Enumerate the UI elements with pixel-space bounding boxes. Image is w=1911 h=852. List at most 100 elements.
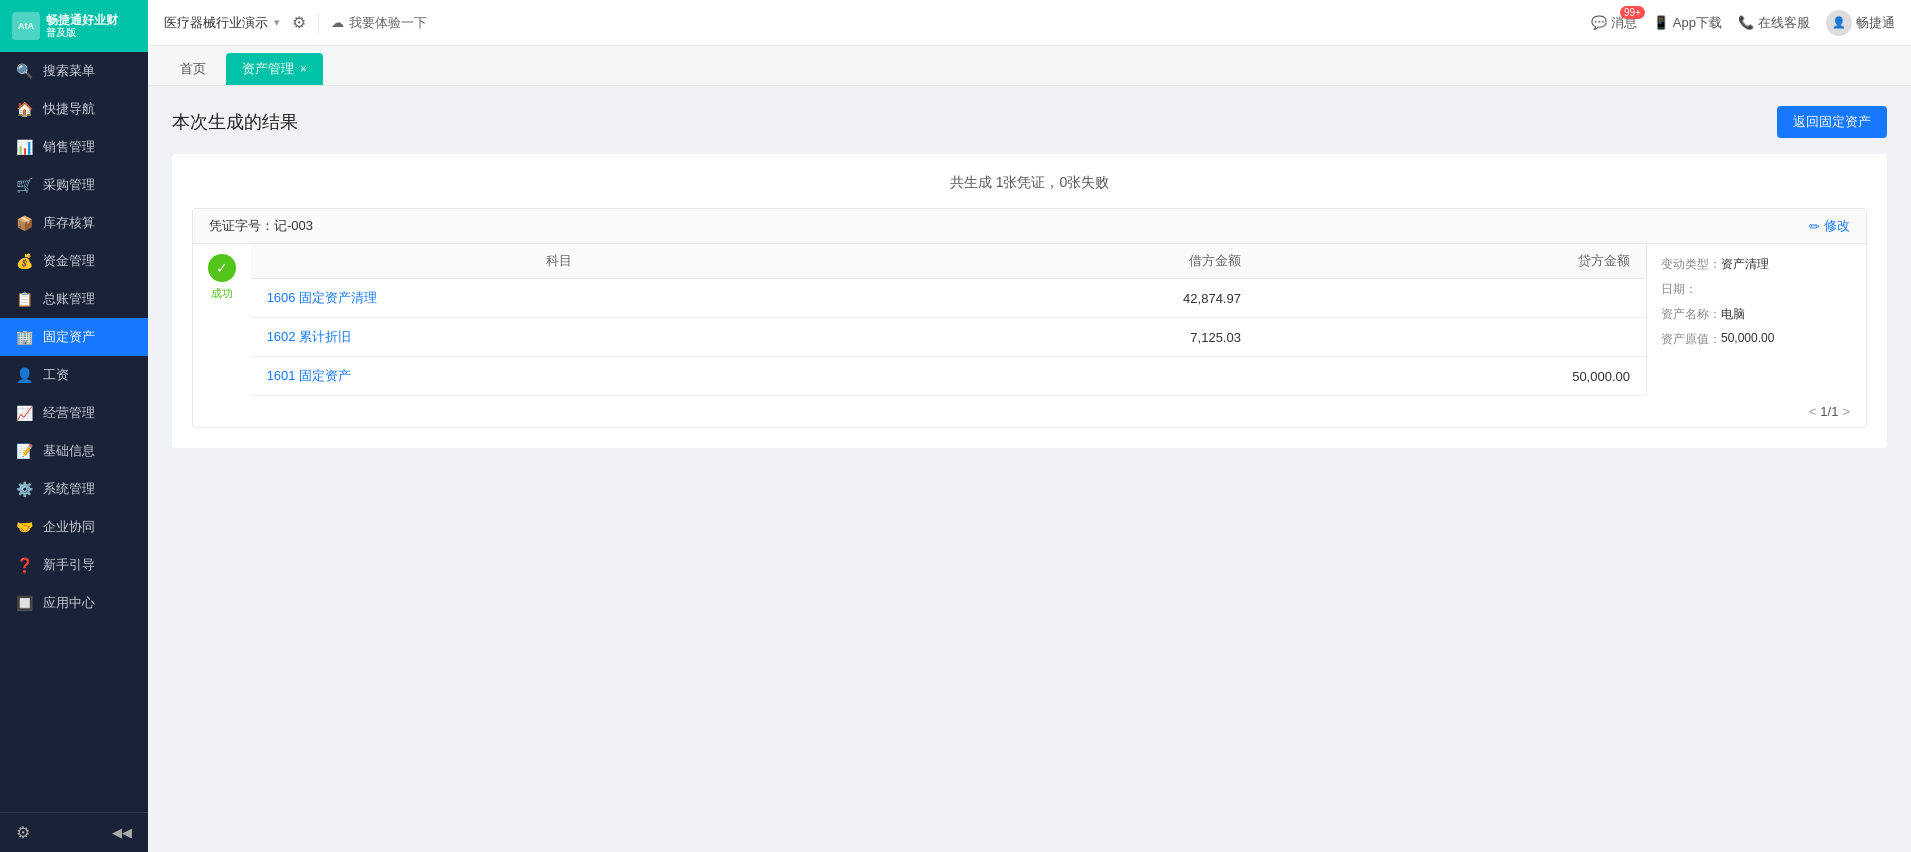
tab-close-icon[interactable]: × xyxy=(300,62,307,76)
return-button[interactable]: 返回固定资产 xyxy=(1777,106,1887,138)
date-label: 日期： xyxy=(1661,281,1721,298)
voucher-row-success: ✓ 成功 科目 借方金额 贷方金额 xyxy=(193,244,1646,396)
sidebar-item-system[interactable]: ⚙️ 系统管理 xyxy=(0,470,148,508)
sidebar-item-operations[interactable]: 📈 经营管理 xyxy=(0,394,148,432)
credit-cell: 50,000.00 xyxy=(1257,357,1646,396)
asset-value-value: 50,000.00 xyxy=(1721,331,1774,345)
result-card: 共生成 1张凭证，0张失败 凭证字号：记-003 ✏ 修改 xyxy=(172,154,1887,448)
sidebar-logo: AtA 畅捷通好业财 普及版 xyxy=(0,0,148,52)
sidebar: AtA 畅捷通好业财 普及版 🔍 搜索菜单 🏠 快捷导航 📊 销售管理 🛒 采购… xyxy=(0,0,148,852)
message-badge: 99+ xyxy=(1620,6,1645,19)
sidebar-item-label: 库存核算 xyxy=(43,214,95,232)
download-icon: 📱 xyxy=(1653,15,1669,30)
header-divider xyxy=(318,13,319,33)
collapse-icon[interactable]: ◀◀ xyxy=(112,825,132,840)
col-subject: 科目 xyxy=(251,244,868,279)
sidebar-item-inventory[interactable]: 📦 库存核算 xyxy=(0,204,148,242)
page-content: 本次生成的结果 返回固定资产 共生成 1张凭证，0张失败 凭证字号：记-003 … xyxy=(148,86,1911,852)
subject-cell: 1601 固定资产 xyxy=(251,357,868,396)
sidebar-item-ledger[interactable]: 📋 总账管理 xyxy=(0,280,148,318)
sales-icon: 📊 xyxy=(16,139,33,155)
change-type-value: 资产清理 xyxy=(1721,256,1769,273)
voucher-main: ✓ 成功 科目 借方金额 贷方金额 xyxy=(193,244,1646,396)
gear-icon[interactable]: ⚙ xyxy=(292,13,306,32)
sidebar-item-basic-info[interactable]: 📝 基础信息 xyxy=(0,432,148,470)
purchase-icon: 🛒 xyxy=(16,177,33,193)
subject-link[interactable]: 1602 累计折旧 xyxy=(267,329,352,344)
pagination-next-icon[interactable]: > xyxy=(1842,404,1850,419)
subject-cell: 1602 累计折旧 xyxy=(251,318,868,357)
subject-cell: 1606 固定资产清理 xyxy=(251,279,868,318)
sidebar-footer: ⚙ ◀◀ xyxy=(0,812,148,852)
app-name: 畅捷通好业财 xyxy=(46,13,118,27)
sidebar-item-label: 新手引导 xyxy=(43,556,95,574)
check-icon: ✓ xyxy=(216,260,228,276)
user-menu[interactable]: 👤 畅捷通 xyxy=(1826,10,1895,36)
search-icon: 🔍 xyxy=(16,63,33,79)
sidebar-item-quick-nav[interactable]: 🏠 快捷导航 xyxy=(0,90,148,128)
voucher-pagination: < 1/1 > xyxy=(193,396,1866,427)
success-circle: ✓ xyxy=(208,254,236,282)
inventory-icon: 📦 xyxy=(16,215,33,231)
sidebar-item-label: 搜索菜单 xyxy=(43,62,95,80)
enterprise-icon: 🤝 xyxy=(16,519,33,535)
table-row: 1606 固定资产清理 42,874.97 xyxy=(251,279,1646,318)
tab-asset-management-label: 资产管理 xyxy=(242,60,294,78)
online-service-button[interactable]: 📞 在线客服 xyxy=(1738,14,1810,32)
sidebar-item-label: 经营管理 xyxy=(43,404,95,422)
debit-cell: 7,125.03 xyxy=(868,318,1257,357)
pagination-prev-icon[interactable]: < xyxy=(1809,404,1817,419)
sidebar-item-payroll[interactable]: 👤 工资 xyxy=(0,356,148,394)
credit-cell xyxy=(1257,318,1646,357)
tab-home[interactable]: 首页 xyxy=(164,53,222,85)
settings-icon[interactable]: ⚙ xyxy=(16,823,30,842)
app-selector[interactable]: 医疗器械行业演示 ▾ xyxy=(164,14,280,32)
ledger-icon: 📋 xyxy=(16,291,33,307)
sidebar-item-enterprise[interactable]: 🤝 企业协同 xyxy=(0,508,148,546)
sidebar-item-label: 企业协同 xyxy=(43,518,95,536)
app-selector-text: 医疗器械行业演示 xyxy=(164,14,268,32)
app-center-icon: 🔲 xyxy=(16,595,33,611)
message-button[interactable]: 💬 消息 99+ xyxy=(1591,14,1637,32)
subject-link[interactable]: 1606 固定资产清理 xyxy=(267,290,378,305)
debit-cell xyxy=(868,357,1257,396)
sidebar-item-app-center[interactable]: 🔲 应用中心 xyxy=(0,584,148,622)
guide-icon: ❓ xyxy=(16,557,33,573)
voucher-table: 科目 借方金额 贷方金额 1606 固定资产清理 xyxy=(251,244,1646,396)
message-icon: 💬 xyxy=(1591,15,1607,30)
sidebar-item-sales[interactable]: 📊 销售管理 xyxy=(0,128,148,166)
asset-name-label: 资产名称： xyxy=(1661,306,1721,323)
col-credit: 贷方金额 xyxy=(1257,244,1646,279)
asset-value-row: 资产原值： 50,000.00 xyxy=(1661,331,1852,348)
sidebar-item-guide[interactable]: ❓ 新手引导 xyxy=(0,546,148,584)
tab-asset-management[interactable]: 资产管理 × xyxy=(226,53,323,85)
subject-link[interactable]: 1601 固定资产 xyxy=(267,368,352,383)
success-text: 成功 xyxy=(211,286,233,301)
sidebar-item-label: 总账管理 xyxy=(43,290,95,308)
date-row: 日期： xyxy=(1661,281,1852,298)
voucher-body: ✓ 成功 科目 借方金额 贷方金额 xyxy=(193,244,1866,396)
service-icon: 📞 xyxy=(1738,15,1754,30)
sidebar-item-label: 销售管理 xyxy=(43,138,95,156)
cloud-icon: ☁ xyxy=(331,15,344,30)
pagination-info: 1/1 xyxy=(1820,404,1838,419)
page-header: 本次生成的结果 返回固定资产 xyxy=(172,106,1887,138)
voucher-section: 凭证字号：记-003 ✏ 修改 ✓ 成 xyxy=(192,208,1867,428)
sidebar-item-label: 采购管理 xyxy=(43,176,95,194)
sidebar-item-label: 基础信息 xyxy=(43,442,95,460)
table-header-row: 科目 借方金额 贷方金额 xyxy=(251,244,1646,279)
sidebar-item-fixed-assets[interactable]: 🏢 固定资产 xyxy=(0,318,148,356)
sidebar-item-purchase[interactable]: 🛒 采购管理 xyxy=(0,166,148,204)
system-icon: ⚙️ xyxy=(16,481,33,497)
sidebar-item-search[interactable]: 🔍 搜索菜单 xyxy=(0,52,148,90)
debit-cell: 42,874.97 xyxy=(868,279,1257,318)
experience-button[interactable]: ☁ 我要体验一下 xyxy=(331,14,427,32)
app-download-button[interactable]: 📱 App下载 xyxy=(1653,14,1722,32)
chevron-down-icon: ▾ xyxy=(274,16,280,29)
voucher-edit-button[interactable]: ✏ 修改 xyxy=(1809,217,1850,235)
sidebar-item-label: 资金管理 xyxy=(43,252,95,270)
fixed-assets-icon: 🏢 xyxy=(16,329,33,345)
result-summary: 共生成 1张凭证，0张失败 xyxy=(192,174,1867,192)
sidebar-item-funds[interactable]: 💰 资金管理 xyxy=(0,242,148,280)
table-row: 1602 累计折旧 7,125.03 xyxy=(251,318,1646,357)
